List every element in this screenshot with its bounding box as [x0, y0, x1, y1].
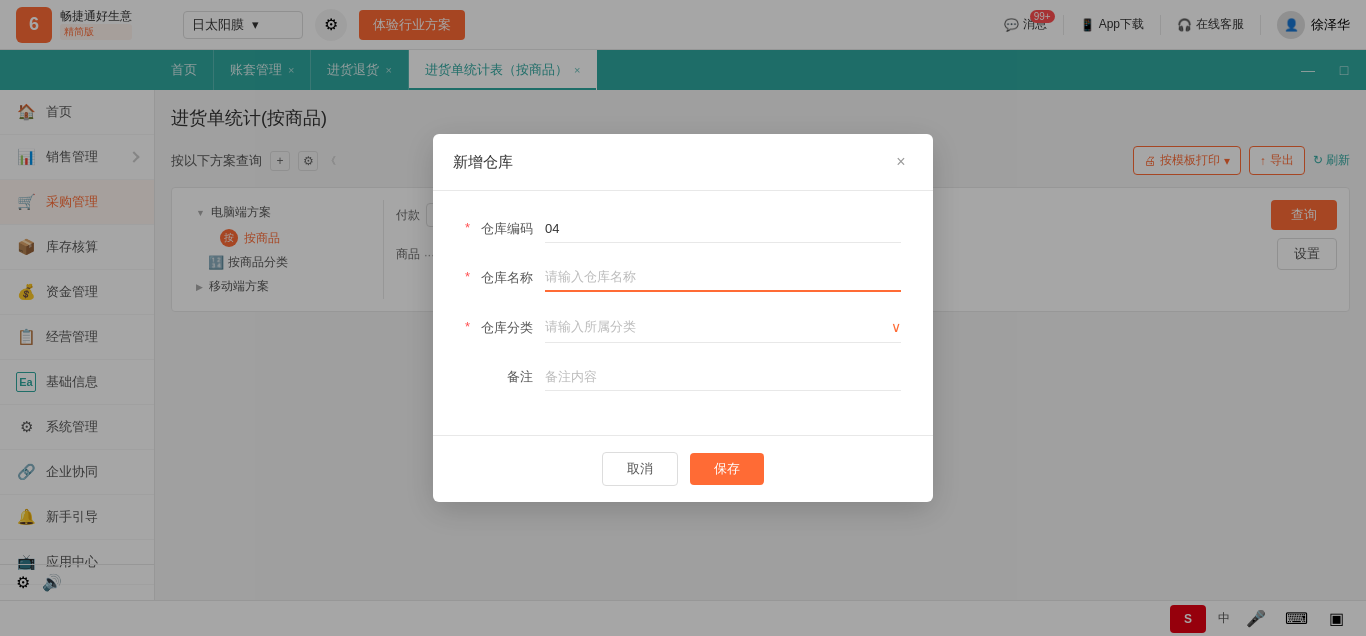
warehouse-name-input[interactable] — [545, 263, 901, 292]
new-warehouse-modal: 新增仓库 × 仓库编码 仓库名称 仓库分类 请输入所属分类 ∨ — [433, 134, 933, 502]
modal-footer: 取消 保存 — [433, 435, 933, 502]
warehouse-code-input[interactable] — [545, 215, 901, 243]
modal-title: 新增仓库 — [453, 153, 513, 172]
chevron-down-icon: ∨ — [891, 319, 901, 335]
modal-header: 新增仓库 × — [433, 134, 933, 191]
category-select[interactable]: 请输入所属分类 ∨ — [545, 312, 901, 343]
category-label: 仓库分类 — [465, 319, 545, 337]
name-label: 仓库名称 — [465, 269, 545, 287]
code-label: 仓库编码 — [465, 220, 545, 238]
category-placeholder: 请输入所属分类 — [545, 318, 636, 336]
remark-input[interactable] — [545, 363, 901, 391]
form-row-code: 仓库编码 — [465, 215, 901, 243]
form-row-category: 仓库分类 请输入所属分类 ∨ — [465, 312, 901, 343]
save-button[interactable]: 保存 — [690, 453, 764, 485]
form-row-name: 仓库名称 — [465, 263, 901, 292]
cancel-button[interactable]: 取消 — [602, 452, 678, 486]
modal-body: 仓库编码 仓库名称 仓库分类 请输入所属分类 ∨ 备注 — [433, 191, 933, 435]
modal-overlay[interactable]: 新增仓库 × 仓库编码 仓库名称 仓库分类 请输入所属分类 ∨ — [0, 0, 1366, 636]
modal-close-button[interactable]: × — [889, 150, 913, 174]
form-row-remark: 备注 — [465, 363, 901, 391]
remark-label: 备注 — [465, 368, 545, 386]
